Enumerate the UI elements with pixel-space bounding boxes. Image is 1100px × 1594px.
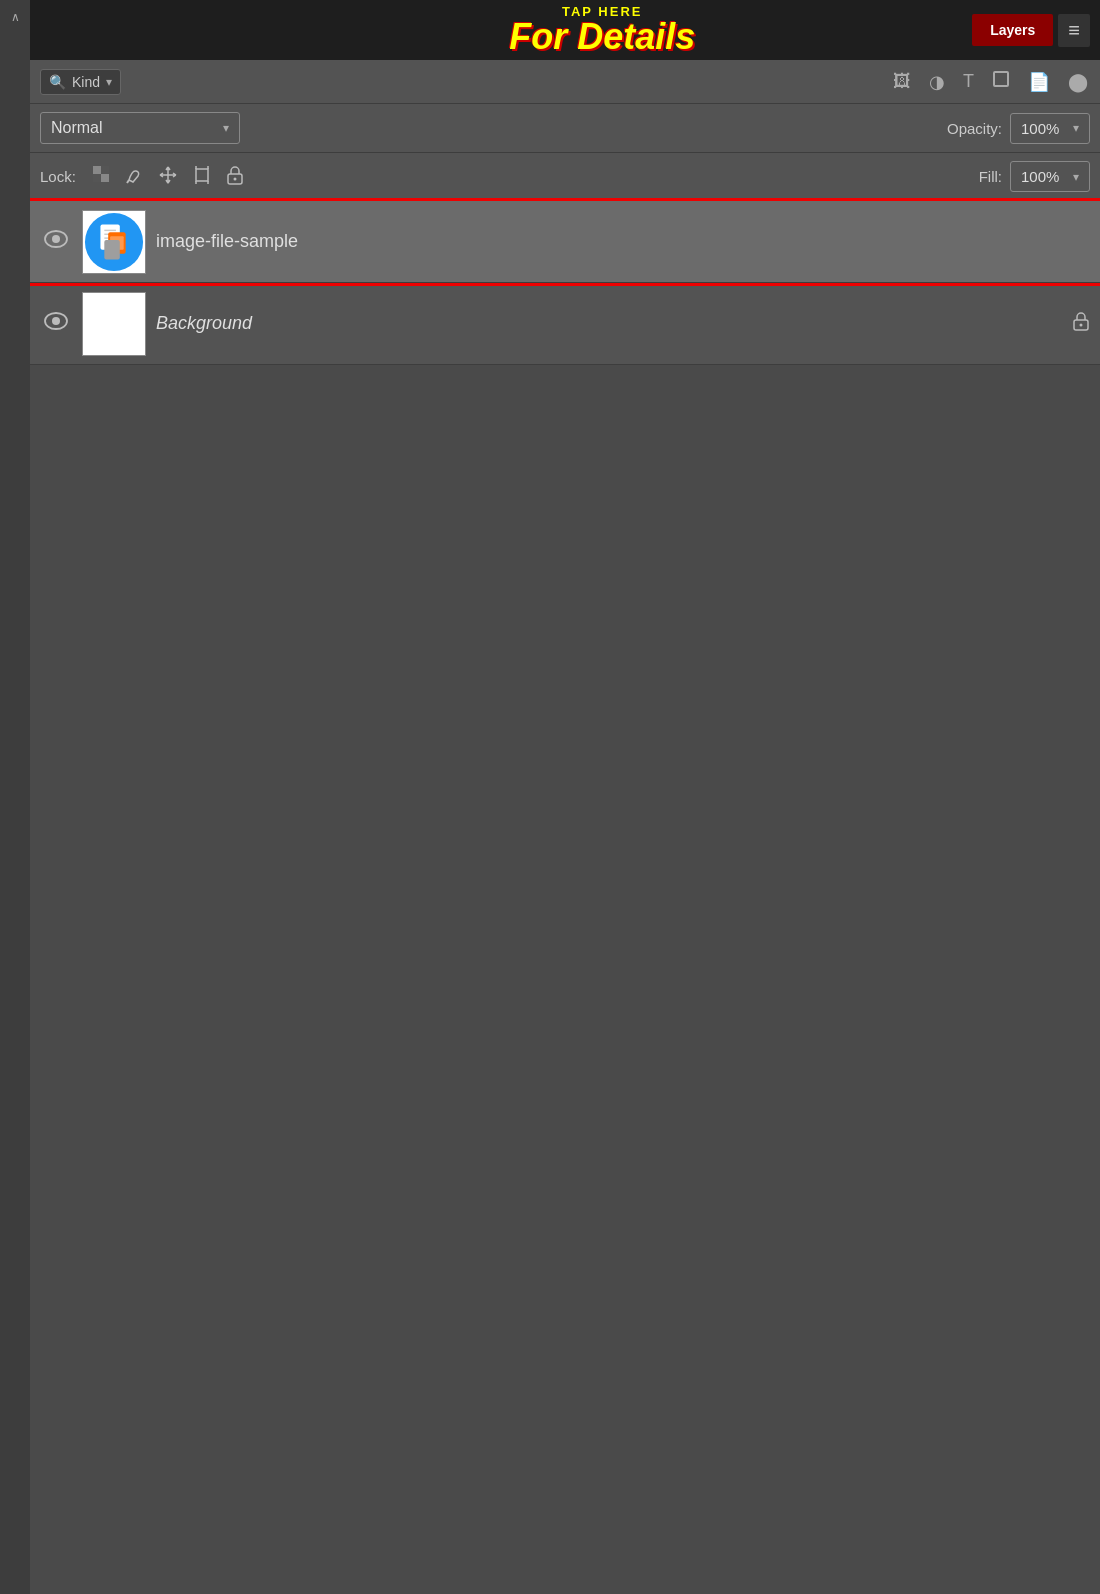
left-sidebar-strip: ∧ (0, 0, 30, 1594)
lock-paint-icon[interactable] (126, 166, 144, 188)
filter-smartobj-icon[interactable]: 📄 (1026, 69, 1052, 95)
lock-icons (92, 165, 244, 189)
layer-visibility-toggle[interactable] (40, 226, 72, 257)
svg-rect-3 (93, 174, 101, 182)
opacity-label: Opacity: (947, 120, 1002, 137)
search-icon: 🔍 (49, 74, 66, 90)
layer-visibility-toggle[interactable] (40, 308, 72, 339)
blend-dropdown-arrow: ▾ (223, 121, 229, 135)
collapse-arrow[interactable]: ∧ (0, 0, 30, 24)
layer-name: image-file-sample (156, 231, 1090, 252)
blend-mode-value: Normal (51, 119, 103, 137)
kind-filter-dropdown[interactable]: 🔍 Kind ▾ (40, 69, 121, 95)
tap-here-overlay[interactable]: TAP HERE For Details (509, 4, 695, 55)
filter-row: 🔍 Kind ▾ 🖼 ◑ T 📄 ⬤ (30, 60, 1100, 104)
opacity-section: Opacity: 100% ▾ (947, 113, 1090, 144)
layer-lock-icon (1072, 311, 1090, 336)
fill-value: 100% (1021, 168, 1059, 185)
blend-mode-row: Normal ▾ Opacity: 100% ▾ (30, 104, 1100, 153)
filter-shape-icon[interactable] (990, 68, 1012, 95)
svg-rect-5 (196, 169, 208, 181)
svg-rect-4 (101, 174, 109, 182)
kind-dropdown-arrow: ▾ (106, 75, 112, 89)
layers-list: image-file-sample Background (30, 201, 1100, 365)
layer-thumb-svg (83, 210, 145, 274)
blend-mode-dropdown[interactable]: Normal ▾ (40, 112, 240, 144)
lock-move-icon[interactable] (158, 165, 178, 189)
svg-point-11 (233, 177, 236, 180)
svg-rect-0 (994, 72, 1008, 86)
svg-point-25 (1080, 324, 1083, 327)
for-details-label: For Details (509, 19, 695, 55)
opacity-dropdown[interactable]: 100% ▾ (1010, 113, 1090, 144)
svg-rect-2 (101, 166, 109, 174)
layers-panel: 🔍 Kind ▾ 🖼 ◑ T 📄 ⬤ Normal ▾ Op (30, 60, 1100, 365)
fill-label: Fill: (979, 168, 1002, 185)
filter-halftone-icon[interactable]: ◑ (927, 69, 947, 95)
menu-button[interactable]: ≡ (1058, 14, 1090, 47)
top-bar: TAP HERE For Details Layers ≡ (30, 0, 1100, 60)
layer-thumbnail (82, 292, 146, 356)
svg-rect-1 (93, 166, 101, 174)
svg-point-23 (52, 317, 60, 325)
filter-image-icon[interactable]: 🖼 (891, 69, 913, 94)
layer-name: Background (156, 313, 1062, 334)
fill-arrow: ▾ (1073, 170, 1079, 184)
layer-thumbnail (82, 210, 146, 274)
svg-point-13 (52, 235, 60, 243)
filter-pixel-icon[interactable]: ⬤ (1066, 69, 1090, 95)
layer-item[interactable]: Background (30, 283, 1100, 365)
lock-all-icon[interactable] (226, 165, 244, 189)
filter-text-icon[interactable]: T (961, 69, 976, 94)
tap-here-label: TAP HERE (509, 4, 695, 19)
fill-section: Fill: 100% ▾ (979, 161, 1090, 192)
kind-label: Kind (72, 74, 100, 90)
layers-button[interactable]: Layers (972, 14, 1053, 46)
layer-item[interactable]: image-file-sample (30, 201, 1100, 283)
lock-row: Lock: (30, 153, 1100, 201)
opacity-arrow: ▾ (1073, 121, 1079, 135)
empty-layers-area (30, 365, 1100, 1265)
opacity-value: 100% (1021, 120, 1059, 137)
fill-dropdown[interactable]: 100% ▾ (1010, 161, 1090, 192)
lock-label: Lock: (40, 168, 76, 185)
lock-transparent-icon[interactable] (92, 165, 112, 189)
lock-artboard-icon[interactable] (192, 165, 212, 189)
svg-rect-21 (104, 240, 120, 259)
filter-icons-right: 🖼 ◑ T 📄 ⬤ (891, 68, 1090, 95)
